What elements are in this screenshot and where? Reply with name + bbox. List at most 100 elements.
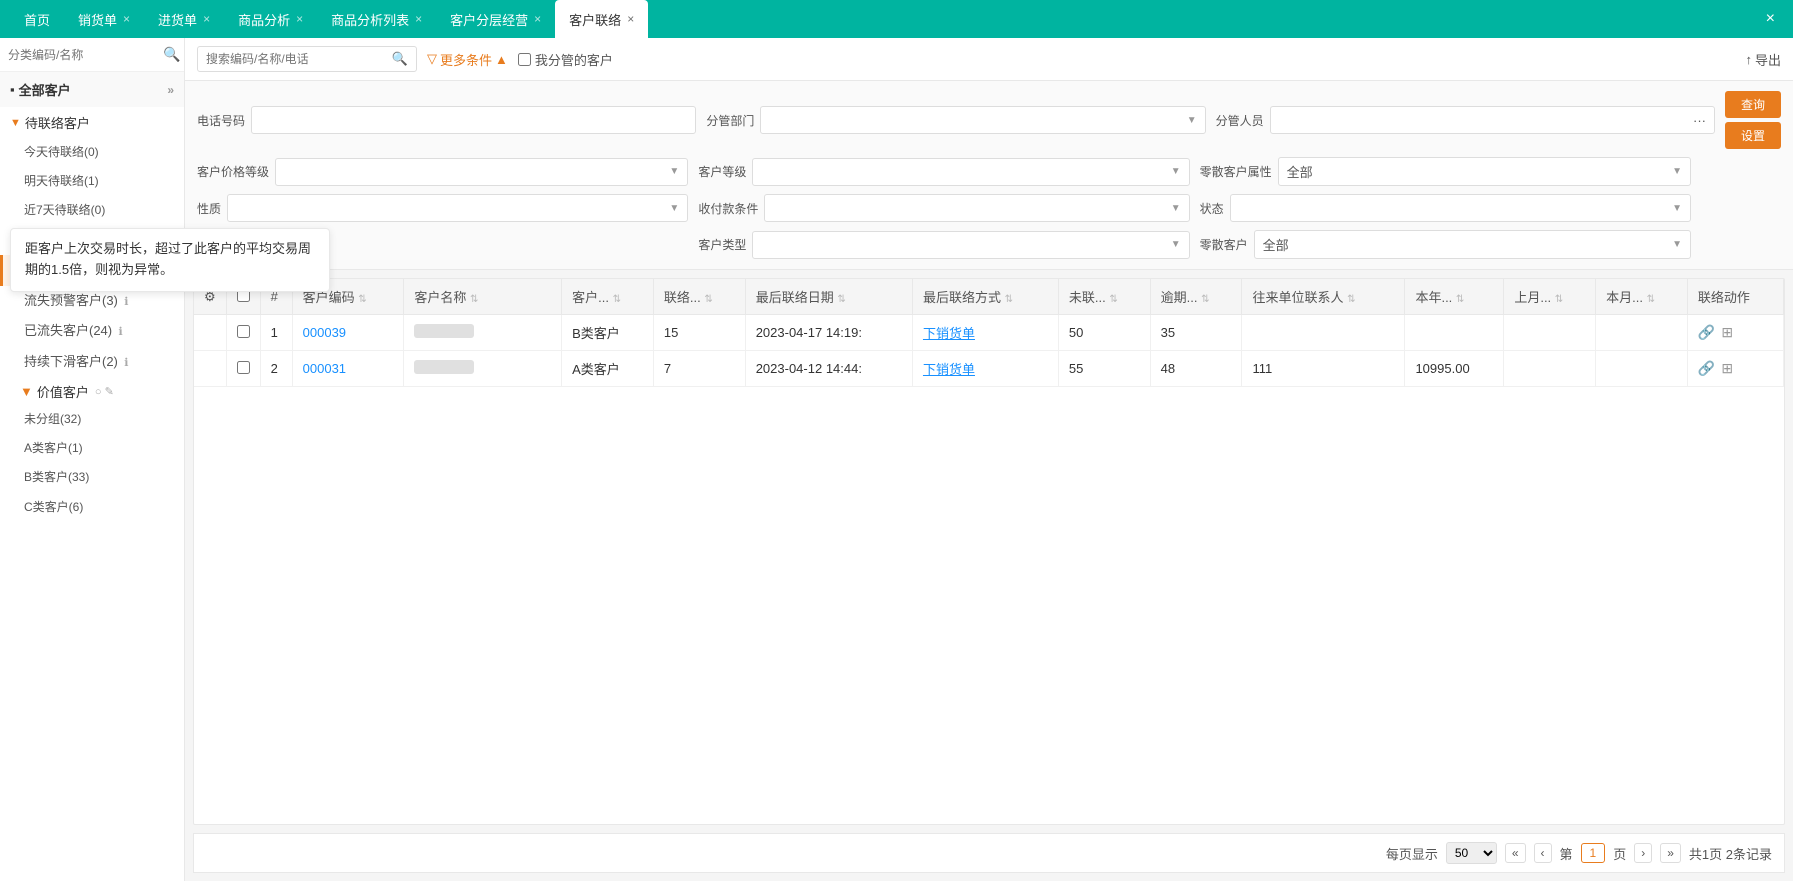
payment-select[interactable]: ▼ [764, 194, 1189, 222]
edit-icon[interactable]: ○ ✎ [95, 385, 114, 398]
sidebar-unclassified[interactable]: 未分组(32) [0, 405, 184, 434]
filter-retail-customer: 零散客户 全部 ▼ [1200, 230, 1691, 259]
close-purchase-icon[interactable]: × [203, 12, 210, 26]
nav-item-home[interactable]: 首页 [10, 0, 64, 38]
nav-item-customer-contact[interactable]: 客户联络 × [555, 0, 648, 38]
this-month-label: 本月... [1606, 290, 1643, 305]
row1-type: B类客户 [562, 315, 654, 351]
manager-label: 分管人员 [1216, 112, 1264, 129]
next-page-btn[interactable]: › [1634, 843, 1652, 863]
row1-link-icon[interactable]: 🔗 [1698, 324, 1715, 341]
dept-select[interactable]: ▼ [760, 106, 1205, 134]
close-segment-icon[interactable]: × [534, 12, 541, 26]
row1-overdue: 35 [1150, 315, 1242, 351]
sort-icon-5: ⇅ [837, 294, 845, 305]
name-header-label: 客户名称 [414, 290, 466, 305]
table-row: 2 000031 A类客户 7 2023-04-12 14:44: 下销货单 5… [194, 351, 1784, 387]
sidebar-class-c[interactable]: C类客户(6) [0, 493, 184, 522]
per-page-select[interactable]: 50 100 200 [1446, 842, 1497, 864]
sidebar-class-b[interactable]: B类客户(33) [0, 463, 184, 492]
customer-type-select[interactable]: ▼ [752, 231, 1189, 259]
col-last-method-header[interactable]: 最后联络方式 ⇅ [912, 279, 1058, 315]
row2-name [404, 351, 562, 387]
sidebar-today-pending[interactable]: 今天待联络(0) [0, 138, 184, 167]
row1-last-method[interactable]: 下销货单 [912, 315, 1058, 351]
sort-icon-3: ⇅ [613, 294, 621, 305]
row2-last-method[interactable]: 下销货单 [912, 351, 1058, 387]
search-input[interactable] [206, 52, 388, 66]
row2-link-icon[interactable]: 🔗 [1698, 360, 1715, 377]
tooltip-text: 距客户上次交易时长，超过了此客户的平均交易周期的1.5倍，则视为异常。 [25, 241, 311, 277]
sidebar-class-a[interactable]: A类客户(1) [0, 434, 184, 463]
filter-phone: 电话号码 [197, 106, 696, 134]
sidebar-search-input[interactable] [8, 48, 163, 62]
close-all-button[interactable]: × [1758, 10, 1783, 28]
group-arrow-icon: ▼ [10, 117, 21, 129]
col-this-month-header[interactable]: 本月... ⇅ [1596, 279, 1688, 315]
col-last-month-header[interactable]: 上月... ⇅ [1504, 279, 1596, 315]
export-button[interactable]: ↑ 导出 [1745, 50, 1781, 69]
filter-icon: ▽ [427, 51, 437, 67]
row2-select-checkbox[interactable] [237, 361, 250, 374]
close-analysis-icon[interactable]: × [296, 12, 303, 26]
sidebar-declining[interactable]: 持续下滑客户(2) ℹ [0, 347, 184, 378]
phone-input[interactable] [251, 106, 696, 134]
sort-icon-7: ⇅ [1109, 294, 1117, 305]
row1-grid-icon[interactable]: ⊞ [1721, 324, 1733, 341]
more-conditions-btn[interactable]: ▽ 更多条件 ▲ [427, 50, 508, 69]
close-contact-icon[interactable]: × [627, 12, 634, 26]
filter-row-4: ··· 客户类型 ▼ 零散客户 全部 ▼ [197, 230, 1781, 259]
close-sales-icon[interactable]: × [123, 12, 130, 26]
col-last-date-header[interactable]: 最后联络日期 ⇅ [745, 279, 912, 315]
prev-page-btn[interactable]: ‹ [1534, 843, 1552, 863]
value-group-arrow: ▼ [20, 384, 33, 399]
nav-label-sales: 销货单 [78, 10, 117, 29]
col-type-header[interactable]: 客户... ⇅ [562, 279, 654, 315]
nav-item-analysis[interactable]: 商品分析 × [224, 0, 317, 38]
col-contact-header[interactable]: 联络... ⇅ [653, 279, 745, 315]
row2-code[interactable]: 000031 [292, 351, 404, 387]
page-label: 第 [1560, 844, 1573, 863]
all-customers-label: 全部客户 [19, 80, 71, 99]
settings-button[interactable]: 设置 [1725, 122, 1781, 149]
sidebar-churned[interactable]: 已流失客户(24) ℹ [0, 316, 184, 347]
my-customers-checkbox[interactable] [518, 53, 531, 66]
nature-select[interactable]: ▼ [227, 194, 688, 222]
sidebar-tomorrow-pending[interactable]: 明天待联络(1) [0, 167, 184, 196]
value-customers-group[interactable]: ▼ 价值客户 ○ ✎ [0, 378, 184, 405]
row1-method-link[interactable]: 下销货单 [923, 326, 975, 341]
table-row: 1 000039 B类客户 15 2023-04-17 14:19: 下销货单 … [194, 315, 1784, 351]
last-page-btn[interactable]: » [1660, 843, 1681, 863]
close-analysis-list-icon[interactable]: × [415, 12, 422, 26]
nav-item-purchase[interactable]: 进货单 × [144, 0, 224, 38]
nav-item-analysis-list[interactable]: 商品分析列表 × [317, 0, 436, 38]
col-name-header[interactable]: 客户名称 ⇅ [404, 279, 562, 315]
row2-method-link[interactable]: 下销货单 [923, 362, 975, 377]
row1-code[interactable]: 000039 [292, 315, 404, 351]
manager-select[interactable]: ··· [1270, 106, 1715, 134]
row2-grid-icon[interactable]: ⊞ [1721, 360, 1733, 377]
phone-label: 电话号码 [197, 112, 245, 129]
col-this-year-header[interactable]: 本年... ⇅ [1405, 279, 1504, 315]
row1-select-checkbox[interactable] [237, 325, 250, 338]
nav-item-customer-segment[interactable]: 客户分层经营 × [436, 0, 555, 38]
col-overdue-header[interactable]: 逾期... ⇅ [1150, 279, 1242, 315]
col-unit-contact-header[interactable]: 往来单位联系人 ⇅ [1242, 279, 1405, 315]
pending-contact-group[interactable]: ▼ 待联络客户 [0, 107, 184, 138]
price-level-select[interactable]: ▼ [275, 158, 688, 186]
nav-item-sales[interactable]: 销货单 × [64, 0, 144, 38]
filter-customer-level: 客户等级 ▼ [698, 158, 1189, 186]
sort-icon-6: ⇅ [1005, 294, 1013, 305]
filter-manager: 分管人员 ··· [1216, 106, 1715, 134]
customer-level-select[interactable]: ▼ [752, 158, 1189, 186]
status-select[interactable]: ▼ [1230, 194, 1691, 222]
nature-arrow: ▼ [669, 203, 679, 214]
sidebar-collapse-icon[interactable]: » [167, 83, 174, 97]
row1-this-year [1405, 315, 1504, 351]
first-page-btn[interactable]: « [1505, 843, 1526, 863]
retail-attr-select[interactable]: 全部 ▼ [1278, 157, 1691, 186]
retail-customer-select[interactable]: 全部 ▼ [1254, 230, 1691, 259]
query-button[interactable]: 查询 [1725, 91, 1781, 118]
col-unread-header[interactable]: 未联... ⇅ [1058, 279, 1150, 315]
sidebar-7days-pending[interactable]: 近7天待联络(0) [0, 196, 184, 225]
